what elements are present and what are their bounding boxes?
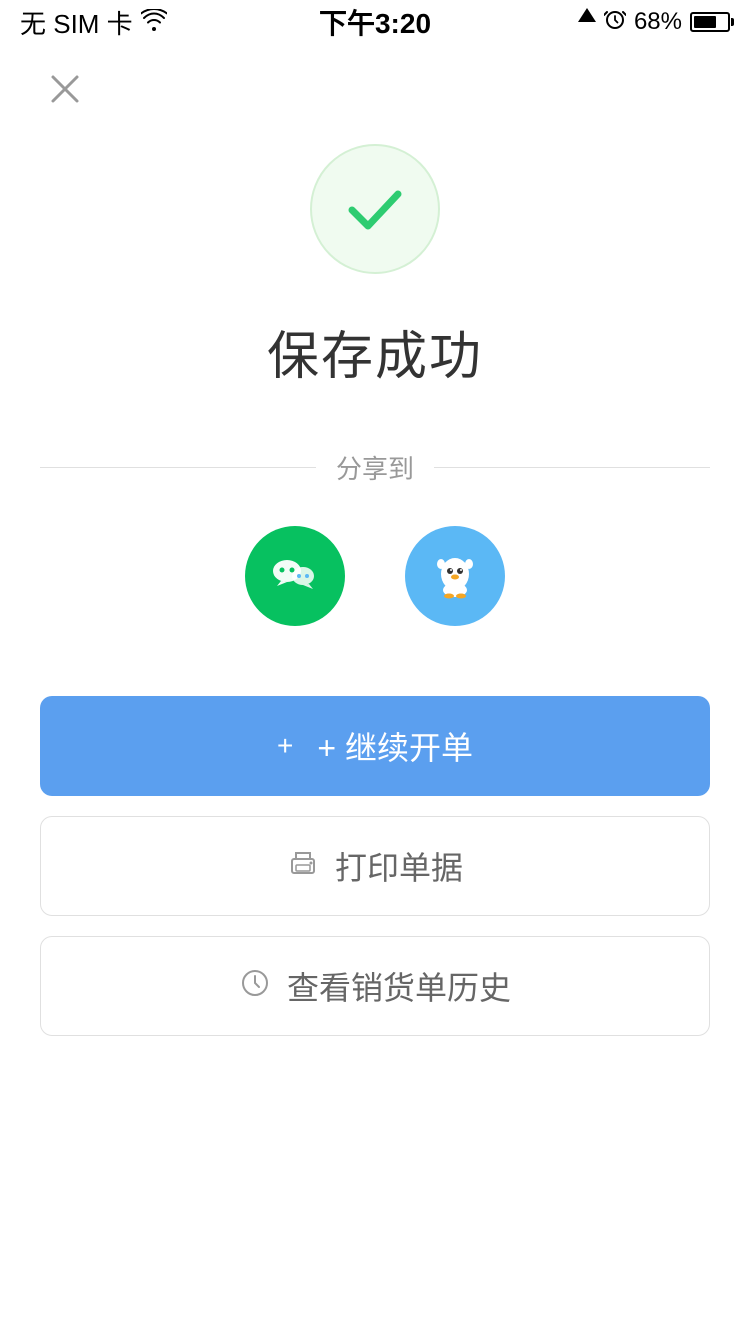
wechat-share-button[interactable] (245, 526, 345, 626)
qq-share-button[interactable] (405, 526, 505, 626)
status-carrier: 无 SIM 卡 (20, 4, 167, 41)
action-buttons: + + 继续开单 打印单据 查看销货单历 (40, 696, 710, 1036)
main-content: 保存成功 分享到 (0, 44, 750, 1334)
carrier-text: 无 SIM 卡 (20, 4, 133, 41)
success-title: 保存成功 (267, 314, 483, 389)
print-label: 打印单据 (335, 843, 463, 889)
plus-icon: + (277, 730, 293, 762)
share-icons (245, 526, 505, 626)
alarm-icon (604, 8, 626, 37)
clock-icon (239, 967, 271, 1006)
status-time: 下午3:20 (319, 2, 431, 42)
location-icon (578, 8, 596, 37)
status-bar: 无 SIM 卡 下午3:20 68% (0, 0, 750, 44)
continue-button[interactable]: + + 继续开单 (40, 696, 710, 796)
divider-line-left (40, 467, 316, 468)
print-button[interactable]: 打印单据 (40, 816, 710, 916)
share-label: 分享到 (336, 449, 414, 486)
battery-text: 68% (634, 8, 682, 36)
history-label: 查看销货单历史 (287, 963, 511, 1009)
share-divider: 分享到 (40, 449, 710, 486)
divider-line-right (434, 467, 710, 468)
success-icon (310, 144, 440, 274)
continue-label: + 继续开单 (317, 723, 473, 769)
battery-indicator (690, 12, 730, 32)
wifi-icon (141, 7, 167, 38)
printer-icon (287, 847, 319, 886)
history-button[interactable]: 查看销货单历史 (40, 936, 710, 1036)
status-right: 68% (578, 8, 730, 37)
close-button[interactable] (40, 64, 90, 114)
